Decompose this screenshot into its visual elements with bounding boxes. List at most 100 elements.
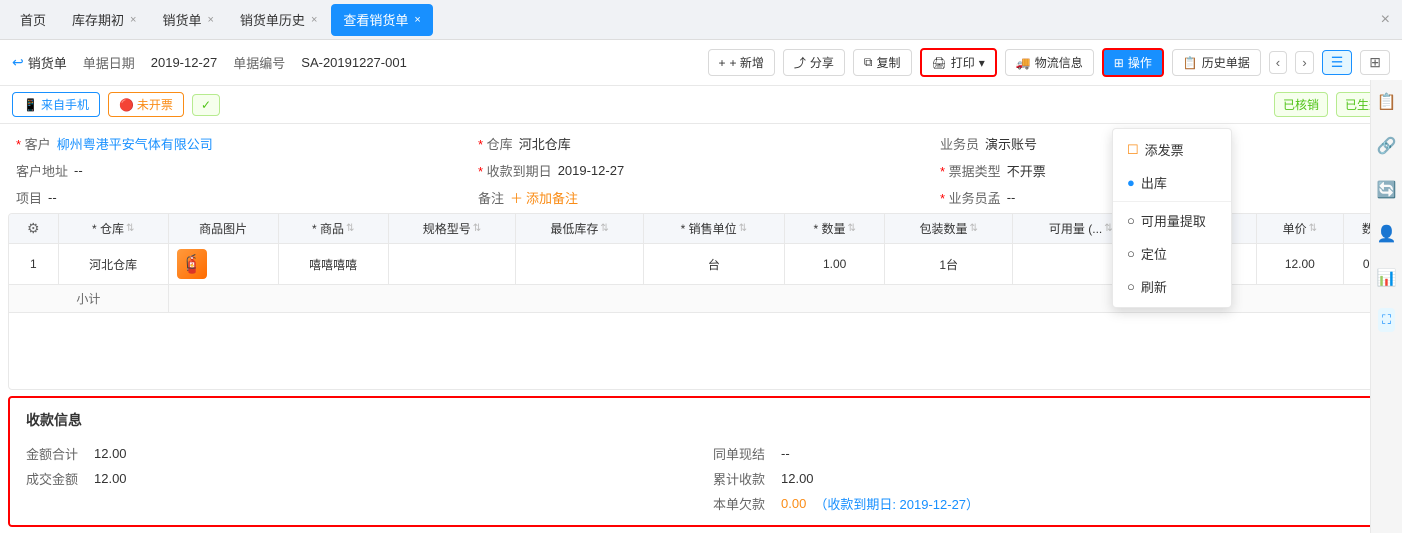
history-button[interactable]: 📋 历史单据: [1172, 49, 1261, 76]
col-available-label: 可用量 (...: [1049, 220, 1102, 237]
history-icon: 📋: [1183, 56, 1198, 70]
sidebar-refresh-icon[interactable]: 🔄: [1373, 176, 1401, 204]
col-price-label: 单价: [1283, 220, 1307, 237]
logistics-icon: 🚚: [1016, 56, 1031, 70]
row-warehouse: 河北仓库: [58, 244, 168, 285]
doc-header: ↩ 销货单 单据日期 2019-12-27 单据编号 SA-20191227-0…: [0, 40, 1402, 86]
row-image: 🧯: [168, 244, 278, 285]
tab-view-sales-label: 查看销货单: [343, 10, 408, 29]
row-min-stock: [516, 244, 644, 285]
tab-sales-history-label: 销货单历史: [240, 10, 305, 29]
logistics-label: 物流信息: [1035, 54, 1083, 71]
copy-button[interactable]: ⧉ 复制: [853, 49, 912, 76]
sidebar-notes-icon[interactable]: 📋: [1373, 88, 1401, 116]
refresh-item[interactable]: ○ 刷新: [1113, 270, 1231, 303]
project-value: --: [48, 190, 57, 205]
tab-bar: 首页 库存期初 × 销货单 × 销货单历史 × 查看销货单 × ×: [0, 0, 1402, 40]
operations-button[interactable]: ⊞ 操作: [1102, 48, 1164, 77]
row-spec: [388, 244, 516, 285]
row-product: 嘻嘻嘻嘻: [278, 244, 388, 285]
sidebar-user-icon[interactable]: 👤: [1373, 220, 1401, 248]
col-unit-label: * 销售单位: [681, 220, 737, 237]
print-button[interactable]: 🖨 打印 ▾: [920, 48, 997, 77]
customer-row: 客户 柳州粤港平安气体有限公司: [16, 134, 462, 153]
copy-icon: ⧉: [864, 55, 873, 70]
salesman-value: 演示账号: [985, 134, 1037, 153]
available-qty-item[interactable]: ○ 可用量提取: [1113, 204, 1231, 237]
owed-row: 本单欠款 0.00 （收款到期日: 2019-12-27）: [713, 494, 1376, 513]
tab-sales-close[interactable]: ×: [207, 14, 213, 26]
next-button[interactable]: ›: [1295, 51, 1313, 74]
col-quantity: * 数量⇅: [784, 214, 885, 244]
col-min-stock-label: 最低库存: [550, 220, 598, 237]
sidebar-link-icon[interactable]: 🔗: [1373, 132, 1401, 160]
locate-item[interactable]: ○ 定位: [1113, 237, 1231, 270]
doc-number-value: SA-20191227-001: [301, 55, 407, 70]
not-open-button[interactable]: 🔴 未开票: [108, 92, 184, 117]
col-unit: * 销售单位⇅: [643, 214, 784, 244]
tab-view-sales[interactable]: 查看销货单 ×: [331, 4, 432, 36]
new-button[interactable]: + + 新增: [708, 49, 775, 76]
col-product-label: * 商品: [312, 220, 344, 237]
prev-button[interactable]: ‹: [1269, 51, 1287, 74]
print-dropdown-icon: ▾: [979, 56, 985, 70]
list-view-button[interactable]: ☰: [1322, 50, 1353, 75]
copy-label: 复制: [876, 54, 900, 71]
payment-title: 收款信息: [26, 410, 1376, 430]
add-invoice-item[interactable]: ☐ 添发票: [1113, 133, 1231, 166]
col-pack-label: 包装数量: [920, 220, 968, 237]
col-min-stock: 最低库存⇅: [516, 214, 644, 244]
sort-icon7: ⇅: [970, 223, 978, 234]
add-invoice-label: 添发票: [1145, 140, 1184, 159]
salesman-label: 业务员: [940, 134, 979, 153]
tab-view-sales-close[interactable]: ×: [414, 14, 420, 26]
share-button[interactable]: ⤴ 分享: [783, 49, 845, 76]
add-note-button[interactable]: ＋ 添加备注: [510, 188, 578, 207]
col-image: 商品图片: [168, 214, 278, 244]
product-image: 🧯: [177, 249, 207, 279]
right-sidebar: 📋 🔗 🔄 👤 📊 ⛶: [1370, 80, 1402, 533]
print-label: 打印: [951, 54, 975, 71]
deal-amount-row: 成交金额 12.00: [26, 469, 689, 488]
logistics-button[interactable]: 🚚 物流信息: [1005, 49, 1094, 76]
tab-sales-history[interactable]: 销货单历史 ×: [228, 4, 329, 36]
customer-value[interactable]: 柳州粤港平安气体有限公司: [57, 134, 213, 153]
sidebar-expand-icon[interactable]: ⛶: [1378, 308, 1395, 332]
not-open-label: 未开票: [137, 96, 173, 113]
grid-view-button[interactable]: ⊞: [1360, 50, 1390, 75]
tab-inventory[interactable]: 库存期初 ×: [60, 4, 148, 36]
row-quantity: 1.00: [784, 244, 885, 285]
tab-inventory-close[interactable]: ×: [130, 14, 136, 26]
col-price: 单价⇅: [1256, 214, 1343, 244]
payment-info-box: 收款信息 金额合计 12.00 成交金额 12.00 同单现结 -- 累计收款: [8, 396, 1394, 527]
new-icon: +: [719, 56, 726, 70]
sort-icon10: ⇅: [1309, 223, 1317, 234]
project-label: 项目: [16, 188, 42, 207]
col-warehouse-label: * 仓库: [92, 220, 124, 237]
cumulative-value: 12.00: [781, 471, 814, 486]
from-phone-button[interactable]: 📱 来自手机: [12, 92, 100, 117]
col-config: ⚙: [9, 214, 58, 244]
doc-title-area: ↩ 销货单: [12, 53, 67, 72]
close-main-button[interactable]: ×: [1381, 11, 1390, 29]
sidebar-chart-icon[interactable]: 📊: [1373, 264, 1401, 292]
col-product: * 商品⇅: [278, 214, 388, 244]
doc-meta: 单据日期 2019-12-27 单据编号 SA-20191227-001: [83, 53, 407, 72]
doc-number-label: 单据编号: [233, 53, 285, 72]
action-bar: 📱 来自手机 🔴 未开票 ✓ 已核销 已生效: [0, 86, 1402, 124]
operations-label: 操作: [1128, 54, 1152, 71]
salesman2-label: 业务员孟: [940, 188, 1001, 207]
dropdown-divider: [1113, 201, 1231, 202]
outbound-item[interactable]: ● 出库: [1113, 166, 1231, 199]
doc-title-text: 销货单: [28, 53, 67, 72]
config-icon[interactable]: ⚙: [27, 220, 40, 236]
col-warehouse: * 仓库⇅: [58, 214, 168, 244]
address-label: 客户地址: [16, 161, 68, 180]
same-order-label: 同单现结: [713, 444, 773, 463]
salesman2-value: --: [1007, 190, 1016, 205]
payment-col-left: 金额合计 12.00 成交金额 12.00: [26, 444, 689, 513]
tab-sales-history-close[interactable]: ×: [311, 14, 317, 26]
col-spec-label: 规格型号: [423, 220, 471, 237]
tab-sales[interactable]: 销货单 ×: [150, 4, 225, 36]
tab-home[interactable]: 首页: [8, 4, 58, 36]
